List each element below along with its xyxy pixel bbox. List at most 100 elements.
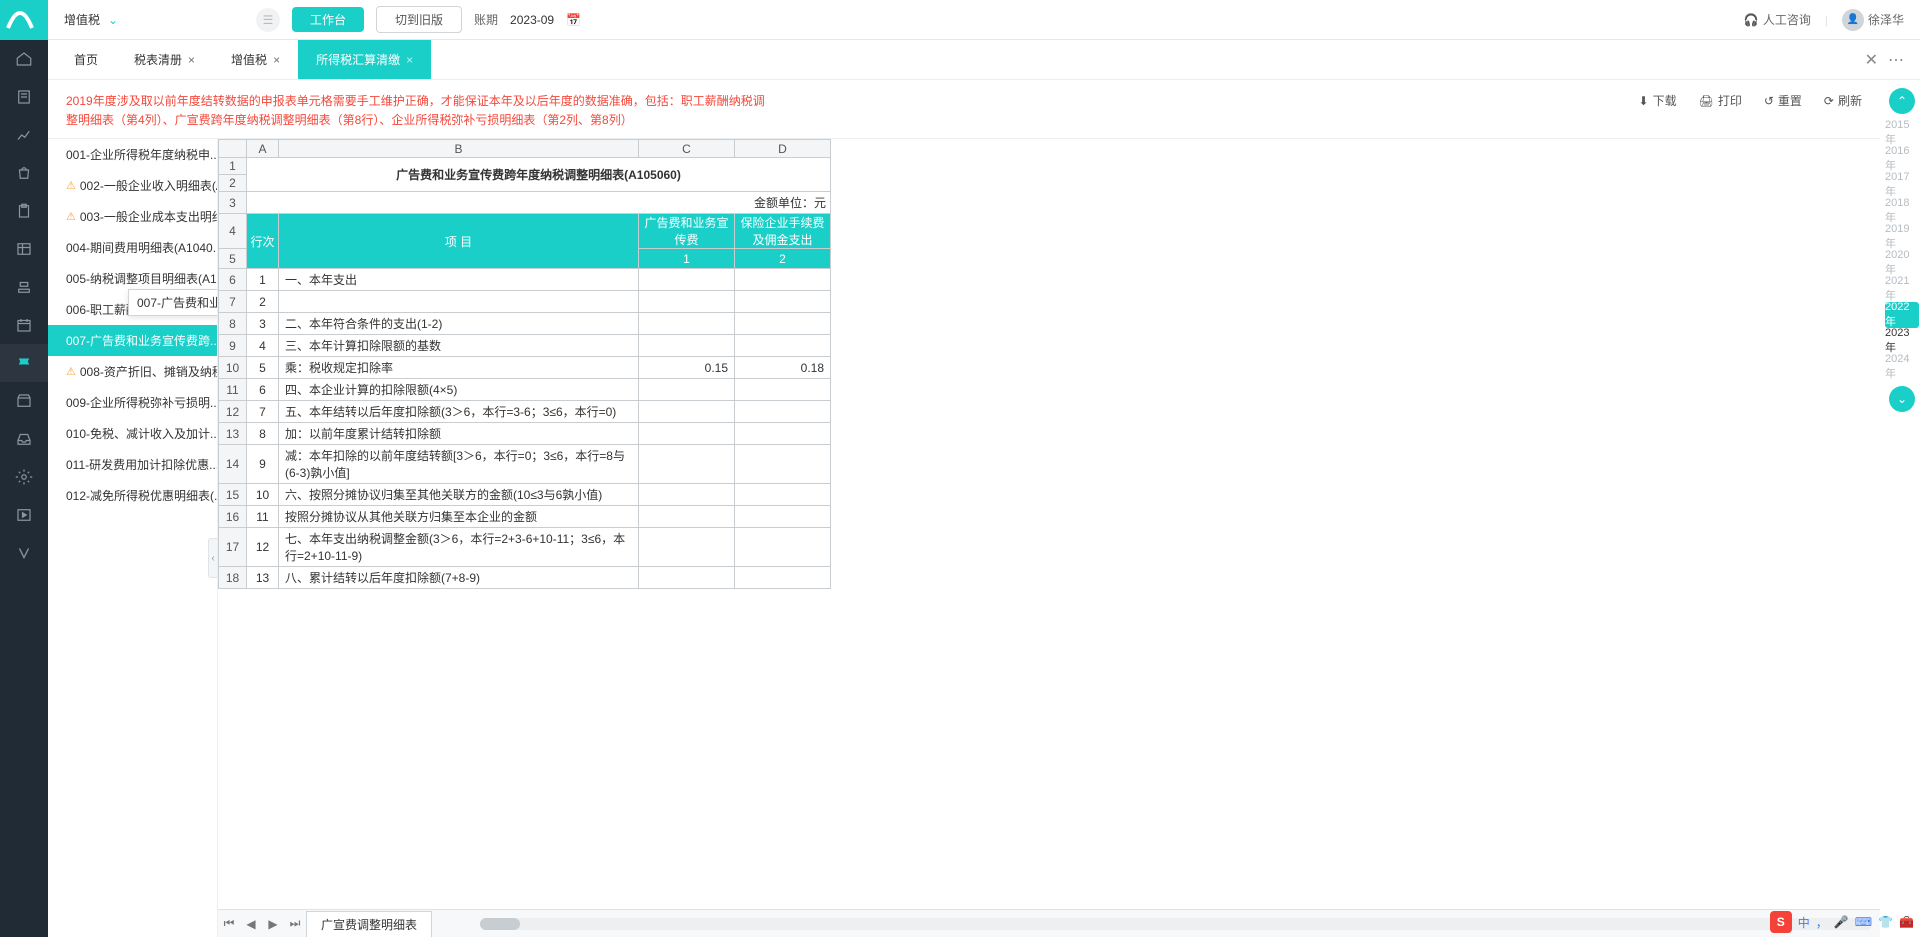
module-selector[interactable]: 增值税 ⌄: [64, 11, 244, 28]
cell[interactable]: 7: [247, 401, 279, 423]
ime-punct-icon[interactable]: ，: [1816, 914, 1828, 931]
ime-logo-icon[interactable]: S: [1770, 911, 1792, 933]
cell[interactable]: [735, 335, 831, 357]
row-header[interactable]: 7: [219, 291, 247, 313]
cell[interactable]: 三、本年计算扣除限额的基数: [279, 335, 639, 357]
cell[interactable]: 6: [247, 379, 279, 401]
rail-clipboard-icon[interactable]: [0, 192, 48, 230]
row-header[interactable]: 3: [219, 192, 247, 214]
cell[interactable]: 4: [247, 335, 279, 357]
period-value[interactable]: 2023-09: [510, 13, 554, 27]
horizontal-scrollbar[interactable]: [480, 918, 1872, 930]
year-button[interactable]: 2024年: [1885, 354, 1919, 380]
cell[interactable]: 按照分摊协议从其他关联方归集至本企业的金额: [279, 506, 639, 528]
cell[interactable]: 1: [247, 269, 279, 291]
form-list-item[interactable]: 010-免税、减计收入及加计...: [48, 418, 217, 449]
cell[interactable]: 8: [247, 423, 279, 445]
tab-more-icon[interactable]: ⋯: [1888, 50, 1904, 70]
cell[interactable]: [735, 567, 831, 589]
cell[interactable]: 10: [247, 484, 279, 506]
cell[interactable]: 八、累计结转以后年度扣除额(7+8-9): [279, 567, 639, 589]
row-header[interactable]: 14: [219, 445, 247, 484]
year-scroll-down-icon[interactable]: ⌄: [1889, 386, 1915, 412]
col-header[interactable]: B: [279, 140, 639, 158]
cell[interactable]: [639, 401, 735, 423]
row-header[interactable]: 17: [219, 528, 247, 567]
form-list-item[interactable]: 007-广告费和业务宣传费跨...: [48, 325, 217, 356]
rail-settings-icon[interactable]: [0, 458, 48, 496]
cell[interactable]: [639, 528, 735, 567]
cell[interactable]: 乘：税收规定扣除率: [279, 357, 639, 379]
spreadsheet-grid[interactable]: A B C D 1广告费和业务宣传费跨年度纳税调整明细表(A105060) 2 …: [218, 139, 831, 589]
ime-lang-icon[interactable]: 中: [1798, 914, 1810, 931]
cell[interactable]: [735, 401, 831, 423]
rail-doc-icon[interactable]: [0, 78, 48, 116]
download-button[interactable]: ⬇下载: [1639, 92, 1677, 109]
cell[interactable]: [735, 379, 831, 401]
ime-tshirt-icon[interactable]: 👕: [1878, 915, 1893, 929]
form-list-item[interactable]: 004-期间费用明细表(A1040...: [48, 232, 217, 263]
cell[interactable]: 5: [247, 357, 279, 379]
cell[interactable]: [639, 379, 735, 401]
cell[interactable]: 9: [247, 445, 279, 484]
head-col-d[interactable]: 保险企业手续费及佣金支出: [735, 214, 831, 249]
ime-keyboard-icon[interactable]: ⌨: [1855, 915, 1872, 929]
year-button[interactable]: 2016年: [1885, 146, 1919, 172]
rail-play-icon[interactable]: [0, 496, 48, 534]
row-header[interactable]: 12: [219, 401, 247, 423]
cell[interactable]: [279, 291, 639, 313]
cell[interactable]: [735, 291, 831, 313]
row-header[interactable]: 1: [219, 158, 247, 175]
rail-calendar-icon[interactable]: [0, 306, 48, 344]
switch-old-button[interactable]: 切到旧版: [376, 6, 462, 33]
tab-1[interactable]: 税表清册×: [116, 40, 213, 79]
cell[interactable]: [639, 484, 735, 506]
cell[interactable]: [735, 423, 831, 445]
row-header[interactable]: 5: [219, 249, 247, 269]
cell[interactable]: 加：以前年度累计结转扣除额: [279, 423, 639, 445]
cell[interactable]: [639, 445, 735, 484]
cell[interactable]: 七、本年支出纳税调整金额(3＞6，本行=2+3-6+10-11；3≤6，本行=2…: [279, 528, 639, 567]
cell[interactable]: 13: [247, 567, 279, 589]
cell[interactable]: 五、本年结转以后年度扣除额(3＞6，本行=3-6；3≤6，本行=0): [279, 401, 639, 423]
rail-home-icon[interactable]: [0, 40, 48, 78]
cell[interactable]: 3: [247, 313, 279, 335]
sheet-tab[interactable]: 广宣费调整明细表: [306, 911, 432, 937]
form-list-item[interactable]: ⚠002-一般企业收入明细表(A...: [48, 170, 217, 201]
cell[interactable]: [735, 445, 831, 484]
row-header[interactable]: 2: [219, 175, 247, 192]
row-header[interactable]: 4: [219, 214, 247, 249]
cell[interactable]: 12: [247, 528, 279, 567]
year-button[interactable]: 2015年: [1885, 120, 1919, 146]
col-header[interactable]: A: [247, 140, 279, 158]
app-logo-icon[interactable]: [0, 0, 48, 40]
close-icon[interactable]: ×: [273, 53, 280, 67]
row-header[interactable]: 9: [219, 335, 247, 357]
unit-label[interactable]: 金额单位：元: [247, 192, 831, 214]
year-button[interactable]: 2017年: [1885, 172, 1919, 198]
rail-tax-icon[interactable]: [0, 344, 48, 382]
sheet-nav-next-icon[interactable]: ▶: [262, 917, 284, 931]
col-header[interactable]: D: [735, 140, 831, 158]
print-button[interactable]: 🖨打印: [1699, 92, 1742, 109]
row-header[interactable]: 18: [219, 567, 247, 589]
cell[interactable]: 一、本年支出: [279, 269, 639, 291]
cell[interactable]: [735, 313, 831, 335]
head-sub-c[interactable]: 1: [639, 249, 735, 269]
cell[interactable]: 2: [247, 291, 279, 313]
rail-inbox-icon[interactable]: [0, 420, 48, 458]
year-scroll-up-icon[interactable]: ⌃: [1889, 88, 1915, 114]
cell[interactable]: [639, 335, 735, 357]
sheet-nav-first-icon[interactable]: ⏮: [218, 916, 240, 931]
head-item[interactable]: 项 目: [279, 214, 639, 269]
rail-stamp-icon[interactable]: [0, 268, 48, 306]
rail-bag-icon[interactable]: [0, 154, 48, 192]
cell[interactable]: [639, 313, 735, 335]
sheet-nav-prev-icon[interactable]: ◀: [240, 917, 262, 931]
tab-2[interactable]: 增值税×: [213, 40, 298, 79]
col-header[interactable]: C: [639, 140, 735, 158]
cell[interactable]: [639, 567, 735, 589]
cell[interactable]: [735, 269, 831, 291]
row-header[interactable]: 16: [219, 506, 247, 528]
cell[interactable]: [639, 291, 735, 313]
